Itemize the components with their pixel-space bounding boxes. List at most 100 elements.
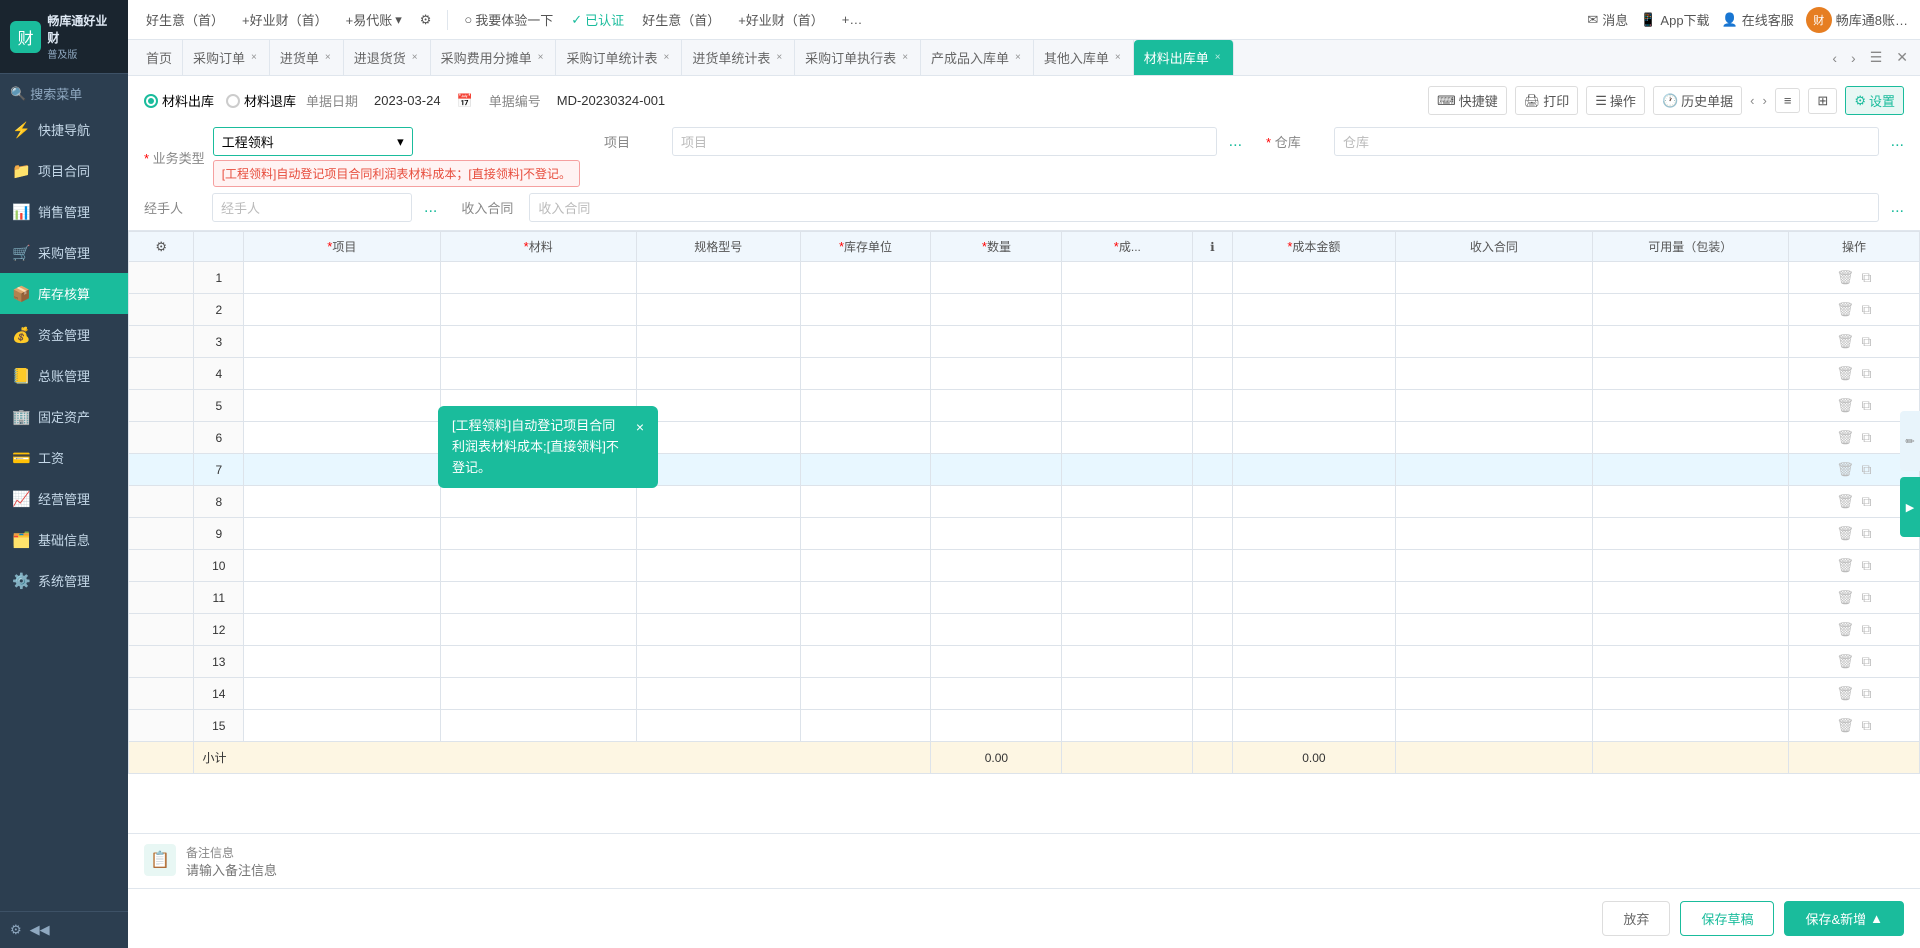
- row-project-cell[interactable]: [244, 614, 440, 646]
- row-material-cell[interactable]: [440, 582, 636, 614]
- row-income-contract-cell[interactable]: [1396, 422, 1592, 454]
- row-spec-cell[interactable]: [636, 614, 800, 646]
- row-unit-cell[interactable]: [800, 262, 931, 294]
- view-grid-btn[interactable]: ⊞: [1808, 88, 1837, 114]
- row-qty-cell[interactable]: [931, 422, 1062, 454]
- row-material-cell[interactable]: [440, 678, 636, 710]
- topbar-more[interactable]: +…: [836, 0, 869, 40]
- tab-product-stock[interactable]: 产成品入库单×: [921, 40, 1034, 76]
- notes-input[interactable]: [186, 863, 1904, 878]
- row-project-cell[interactable]: [244, 358, 440, 390]
- sidebar-item-purchase[interactable]: 🛒 采购管理: [0, 232, 128, 273]
- topbar-item-yidaizhang[interactable]: +易代账 ▾: [340, 0, 408, 40]
- tab-list-icon[interactable]: ☰: [1866, 45, 1887, 70]
- income-contract-more-btn[interactable]: ...: [1891, 199, 1904, 217]
- copy-row-btn[interactable]: ⧉: [1862, 461, 1872, 478]
- row-unit-cell[interactable]: [800, 422, 931, 454]
- row-cost-amount-cell[interactable]: [1232, 294, 1396, 326]
- copy-row-btn[interactable]: ⧉: [1862, 269, 1872, 286]
- delete-row-btn[interactable]: 🗑: [1836, 493, 1854, 510]
- row-cost-amount-cell[interactable]: [1232, 550, 1396, 582]
- row-cost-cell[interactable]: [1062, 550, 1193, 582]
- handler-more-btn[interactable]: ...: [424, 199, 437, 217]
- row-spec-cell[interactable]: [636, 582, 800, 614]
- sidebar-item-sales[interactable]: 📊 销售管理: [0, 191, 128, 232]
- copy-row-btn[interactable]: ⧉: [1862, 397, 1872, 414]
- row-cost-amount-cell[interactable]: [1232, 678, 1396, 710]
- topbar-appdownload-btn[interactable]: 📱 App下载: [1640, 10, 1709, 29]
- row-material-cell[interactable]: [440, 294, 636, 326]
- tooltip-close-btn[interactable]: ×: [636, 416, 644, 438]
- row-spec-cell[interactable]: [636, 518, 800, 550]
- row-income-contract-cell[interactable]: [1396, 646, 1592, 678]
- tab-close-icon[interactable]: ×: [661, 50, 671, 65]
- row-cost-cell[interactable]: [1062, 646, 1193, 678]
- row-spec-cell[interactable]: [636, 486, 800, 518]
- tab-purchase-exec[interactable]: 采购订单执行表×: [795, 40, 921, 76]
- row-unit-cell[interactable]: [800, 614, 931, 646]
- row-qty-cell[interactable]: [931, 294, 1062, 326]
- view-list-btn[interactable]: ≡: [1775, 88, 1801, 113]
- row-income-contract-cell[interactable]: [1396, 614, 1592, 646]
- sidebar-item-project[interactable]: 📁 项目合同: [0, 150, 128, 191]
- topbar-trial-btn[interactable]: ○ 我要体验一下: [458, 0, 559, 40]
- topbar-haoyecai2[interactable]: +好业财（首）: [732, 0, 830, 40]
- save-draft-button[interactable]: 保存草稿: [1680, 901, 1774, 936]
- save-new-button[interactable]: 保存&新增 ▲: [1784, 901, 1904, 936]
- row-material-cell[interactable]: [440, 262, 636, 294]
- topbar-haoshengyi2[interactable]: 好生意（首）: [636, 0, 726, 40]
- nav-next-icon[interactable]: ›: [1762, 93, 1766, 108]
- row-project-cell[interactable]: [244, 422, 440, 454]
- row-qty-cell[interactable]: [931, 358, 1062, 390]
- warehouse-input[interactable]: 仓库: [1334, 127, 1879, 156]
- history-btn[interactable]: 🕐 历史单据: [1653, 86, 1742, 115]
- row-spec-cell[interactable]: [636, 646, 800, 678]
- row-unit-cell[interactable]: [800, 358, 931, 390]
- row-qty-cell[interactable]: [931, 518, 1062, 550]
- row-unit-cell[interactable]: [800, 518, 931, 550]
- row-cost-amount-cell[interactable]: [1232, 422, 1396, 454]
- delete-row-btn[interactable]: 🗑: [1836, 397, 1854, 414]
- tab-next-icon[interactable]: ›: [1847, 46, 1860, 70]
- row-spec-cell[interactable]: [636, 454, 800, 486]
- row-spec-cell[interactable]: [636, 678, 800, 710]
- row-qty-cell[interactable]: [931, 550, 1062, 582]
- row-cost-amount-cell[interactable]: [1232, 358, 1396, 390]
- row-income-contract-cell[interactable]: [1396, 550, 1592, 582]
- tab-purchase-order[interactable]: 采购订单×: [183, 40, 270, 76]
- topbar-item-haoshengyi[interactable]: 好生意（首）: [140, 0, 230, 40]
- tab-close-icon[interactable]: ×: [900, 50, 910, 65]
- delete-row-btn[interactable]: 🗑: [1836, 621, 1854, 638]
- row-project-cell[interactable]: [244, 678, 440, 710]
- row-unit-cell[interactable]: [800, 326, 931, 358]
- delete-row-btn[interactable]: 🗑: [1836, 461, 1854, 478]
- copy-row-btn[interactable]: ⧉: [1862, 685, 1872, 702]
- sidebar-item-quicknav[interactable]: ⚡ 快捷导航: [0, 109, 128, 150]
- row-income-contract-cell[interactable]: [1396, 486, 1592, 518]
- row-material-cell[interactable]: [440, 646, 636, 678]
- right-tool-2[interactable]: ▶: [1900, 477, 1920, 537]
- tab-close-icon[interactable]: ×: [1113, 50, 1123, 65]
- row-income-contract-cell[interactable]: [1396, 518, 1592, 550]
- row-spec-cell[interactable]: [636, 710, 800, 742]
- topbar-user[interactable]: 财 畅库通8账…: [1806, 7, 1908, 33]
- row-unit-cell[interactable]: [800, 646, 931, 678]
- row-cost-amount-cell[interactable]: [1232, 582, 1396, 614]
- row-cost-cell[interactable]: [1062, 262, 1193, 294]
- tab-purchase-stats[interactable]: 采购订单统计表×: [556, 40, 682, 76]
- row-project-cell[interactable]: [244, 582, 440, 614]
- row-cost-cell[interactable]: [1062, 294, 1193, 326]
- copy-row-btn[interactable]: ⧉: [1862, 429, 1872, 446]
- row-cost-cell[interactable]: [1062, 422, 1193, 454]
- row-spec-cell[interactable]: [636, 550, 800, 582]
- row-spec-cell[interactable]: [636, 326, 800, 358]
- row-spec-cell[interactable]: [636, 422, 800, 454]
- row-spec-cell[interactable]: [636, 358, 800, 390]
- row-project-cell[interactable]: [244, 550, 440, 582]
- topbar-settings-btn[interactable]: ⚙: [414, 0, 438, 40]
- save-dropdown-icon[interactable]: ▲: [1870, 911, 1883, 926]
- row-project-cell[interactable]: [244, 294, 440, 326]
- copy-row-btn[interactable]: ⧉: [1862, 525, 1872, 542]
- income-contract-input[interactable]: 收入合同: [529, 193, 1878, 222]
- row-spec-cell[interactable]: [636, 262, 800, 294]
